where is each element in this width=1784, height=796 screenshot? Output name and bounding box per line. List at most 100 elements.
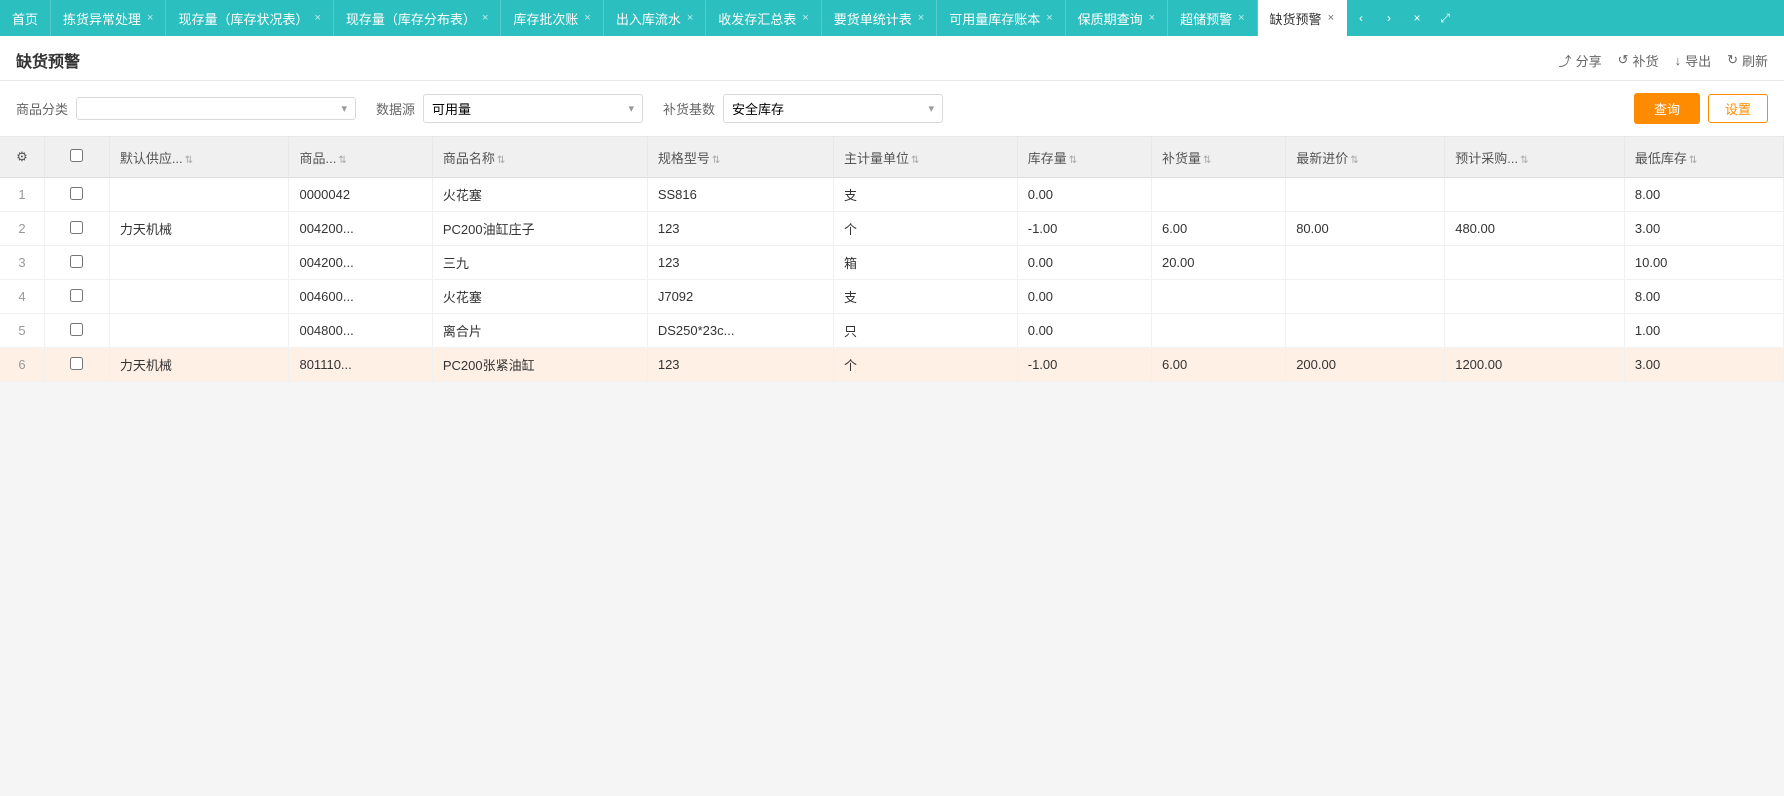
td-product-name: 火花塞 <box>432 178 647 212</box>
td-default-supplier: 力天机械 <box>109 348 289 382</box>
td-spec: 123 <box>647 348 833 382</box>
th-latest-price[interactable]: 最新进价⇅ <box>1286 137 1445 178</box>
close-icon[interactable]: × <box>1238 12 1244 24</box>
th-estimated-purchase[interactable]: 预计采购...⇅ <box>1445 137 1625 178</box>
tab-shelf-life[interactable]: 保质期查询 × <box>1066 0 1168 36</box>
export-icon: ↓ <box>1675 53 1682 68</box>
close-icon[interactable]: × <box>918 12 924 24</box>
tab-current-stock-dist[interactable]: 现存量（库存分布表） × <box>334 0 501 36</box>
refresh-button[interactable]: ↻ 刷新 <box>1727 51 1768 70</box>
data-table-wrap: ⚙ 默认供应...⇅ 商品...⇅ 商品名称⇅ 规格型号⇅ <box>0 137 1784 382</box>
td-estimated-purchase: 480.00 <box>1445 212 1625 246</box>
td-checkbox[interactable] <box>45 348 110 382</box>
export-button[interactable]: ↓ 导出 <box>1675 51 1712 70</box>
tab-current-stock-status[interactable]: 现存量（库存状况表） × <box>166 0 333 36</box>
td-checkbox[interactable] <box>45 246 110 280</box>
td-product-code: 004200... <box>289 212 432 246</box>
close-icon[interactable]: × <box>1149 12 1155 24</box>
td-product-code: 004600... <box>289 280 432 314</box>
th-stock[interactable]: 库存量⇅ <box>1017 137 1151 178</box>
close-icon[interactable]: × <box>802 12 808 24</box>
th-unit[interactable]: 主计量单位⇅ <box>833 137 1017 178</box>
table-row: 5004800...离合片DS250*23c...只0.001.00 <box>0 314 1784 348</box>
page-title: 缺货预警 <box>16 48 80 72</box>
th-spec[interactable]: 规格型号⇅ <box>647 137 833 178</box>
close-icon[interactable]: × <box>1328 12 1334 24</box>
td-unit: 个 <box>833 348 1017 382</box>
td-product-code: 0000042 <box>289 178 432 212</box>
td-spec: J7092 <box>647 280 833 314</box>
tab-expand-btn[interactable]: ⤢ <box>1431 0 1459 36</box>
row-checkbox[interactable] <box>70 221 83 234</box>
td-replenish-qty: 6.00 <box>1151 212 1285 246</box>
th-min-stock[interactable]: 最低库存⇅ <box>1624 137 1783 178</box>
header-actions: ⤴ 分享 ↺ 补货 ↓ 导出 ↻ 刷新 <box>1559 51 1768 70</box>
td-latest-price: 80.00 <box>1286 212 1445 246</box>
select-all-checkbox[interactable] <box>70 149 83 162</box>
tab-pick-exception[interactable]: 拣货异常处理 × <box>51 0 166 36</box>
settings-button[interactable]: 设置 <box>1708 94 1768 123</box>
replenish-base-select-value: 安全库存 <box>732 99 784 118</box>
tab-home[interactable]: 首页 <box>0 0 51 36</box>
td-checkbox[interactable] <box>45 212 110 246</box>
tab-next-btn[interactable]: › <box>1375 0 1403 36</box>
category-select[interactable]: ▾ <box>76 97 356 120</box>
row-checkbox[interactable] <box>70 323 83 336</box>
td-min-stock: 8.00 <box>1624 280 1783 314</box>
close-icon[interactable]: × <box>687 12 693 24</box>
th-replenish-qty[interactable]: 补货量⇅ <box>1151 137 1285 178</box>
close-icon[interactable]: × <box>147 12 153 24</box>
replenish-base-label: 补货基数 <box>663 99 715 118</box>
close-icon[interactable]: × <box>482 12 488 24</box>
td-spec: DS250*23c... <box>647 314 833 348</box>
tab-prev-btn[interactable]: ‹ <box>1347 0 1375 36</box>
row-checkbox[interactable] <box>70 255 83 268</box>
th-default-supplier[interactable]: 默认供应...⇅ <box>109 137 289 178</box>
th-gear[interactable]: ⚙ <box>0 137 45 178</box>
row-checkbox[interactable] <box>70 357 83 370</box>
sort-icon: ⇅ <box>1350 155 1358 166</box>
close-icon[interactable]: × <box>314 12 320 24</box>
query-button[interactable]: 查询 <box>1634 93 1700 124</box>
replenish-base-select[interactable]: 安全库存 ▾ <box>723 94 943 123</box>
td-replenish-qty: 20.00 <box>1151 246 1285 280</box>
share-button[interactable]: ⤴ 分享 <box>1559 51 1602 70</box>
td-stock: -1.00 <box>1017 212 1151 246</box>
th-product-code[interactable]: 商品...⇅ <box>289 137 432 178</box>
sort-icon: ⇅ <box>712 155 720 166</box>
td-checkbox[interactable] <box>45 314 110 348</box>
td-replenish-qty <box>1151 314 1285 348</box>
tab-shortage-warning[interactable]: 缺货预警 × <box>1258 0 1347 36</box>
tab-inout-flow[interactable]: 出入库流水 × <box>604 0 706 36</box>
td-min-stock: 10.00 <box>1624 246 1783 280</box>
tab-requisition-stats[interactable]: 要货单统计表 × <box>822 0 937 36</box>
th-checkbox[interactable] <box>45 137 110 178</box>
th-product-name[interactable]: 商品名称⇅ <box>432 137 647 178</box>
td-checkbox[interactable] <box>45 178 110 212</box>
td-estimated-purchase <box>1445 280 1625 314</box>
sort-icon: ⇅ <box>1689 155 1697 166</box>
td-checkbox[interactable] <box>45 280 110 314</box>
td-latest-price <box>1286 280 1445 314</box>
td-default-supplier <box>109 280 289 314</box>
tab-batch-account[interactable]: 库存批次账 × <box>501 0 603 36</box>
td-min-stock: 8.00 <box>1624 178 1783 212</box>
row-checkbox[interactable] <box>70 289 83 302</box>
td-min-stock: 3.00 <box>1624 348 1783 382</box>
close-icon[interactable]: × <box>1046 12 1052 24</box>
tab-close-all-btn[interactable]: × <box>1403 0 1431 36</box>
table-row: 10000042火花塞SS816支0.008.00 <box>0 178 1784 212</box>
tab-available-ledger[interactable]: 可用量库存账本 × <box>937 0 1065 36</box>
filter-area: 商品分类 ▾ 数据源 可用量 ▾ 补货基数 安全库存 ▾ 查询 设置 <box>0 81 1784 137</box>
table-row: 3004200...三九123箱0.0020.0010.00 <box>0 246 1784 280</box>
datasource-select[interactable]: 可用量 ▾ <box>423 94 643 123</box>
tab-overstock-warning[interactable]: 超储预警 × <box>1168 0 1257 36</box>
replenish-button[interactable]: ↺ 补货 <box>1618 51 1659 70</box>
row-checkbox[interactable] <box>70 187 83 200</box>
tab-receive-send-summary[interactable]: 收发存汇总表 × <box>706 0 821 36</box>
datasource-filter-group: 数据源 可用量 ▾ <box>376 94 643 123</box>
td-replenish-qty <box>1151 178 1285 212</box>
close-icon[interactable]: × <box>584 12 590 24</box>
refresh-icon: ↻ <box>1727 52 1738 68</box>
td-stock: -1.00 <box>1017 348 1151 382</box>
